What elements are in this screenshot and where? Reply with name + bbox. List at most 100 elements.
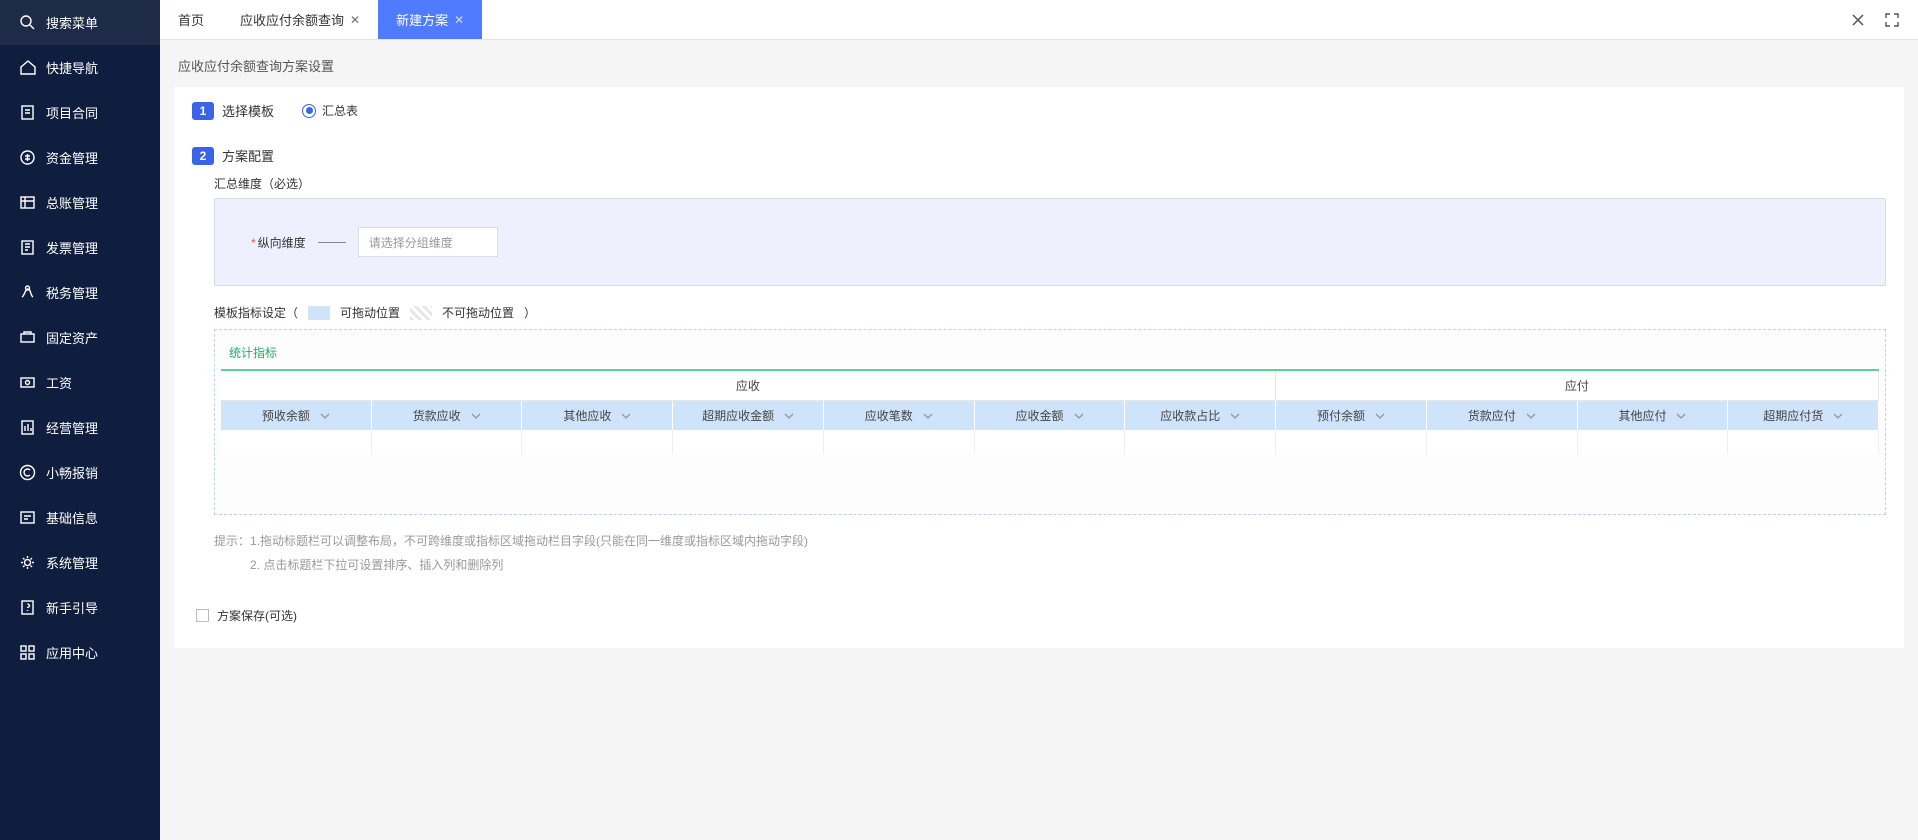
column-header[interactable]: 超期应付货 <box>1728 401 1879 430</box>
sidebar-item-label: 小畅报销 <box>46 463 98 482</box>
sidebar: 搜索菜单快捷导航项目合同资金管理总账管理发票管理税务管理固定资产工资经营管理小畅… <box>0 0 160 840</box>
template-radio-summary[interactable]: 汇总表 <box>302 102 358 119</box>
hint-prefix: 提示： <box>214 534 250 548</box>
chevron-down-icon <box>1833 413 1843 419</box>
hints: 提示：1.拖动标题栏可以调整布局，不可跨维度或指标区域拖动栏目字段(只能在同一维… <box>214 529 1886 577</box>
doc-icon <box>18 104 36 122</box>
sidebar-item-label: 基础信息 <box>46 508 98 527</box>
column-body-cell <box>975 430 1126 454</box>
sidebar-item-money[interactable]: 资金管理 <box>0 135 160 180</box>
chevron-down-icon <box>784 413 794 419</box>
column-header[interactable]: 其他应收 <box>522 401 673 430</box>
tab-2[interactable]: 新建方案✕ <box>378 0 482 39</box>
dimension-box: *纵向维度 请选择分组维度 <box>214 198 1886 286</box>
home-icon <box>18 59 36 77</box>
column-body-cell <box>1276 430 1427 454</box>
column-body-cell <box>1578 430 1729 454</box>
indicator-legend-close: ） <box>524 304 536 321</box>
main: 首页应收应付余额查询✕新建方案✕ 应收应付余额查询方案设置 1 选择模板 <box>160 0 1918 840</box>
tab-0[interactable]: 首页 <box>160 0 222 39</box>
tax-icon <box>18 284 36 302</box>
column-label: 其他应付 <box>1618 407 1666 424</box>
chevron-down-icon <box>1676 413 1686 419</box>
save-scheme-checkbox[interactable] <box>196 609 209 622</box>
sidebar-item-label: 项目合同 <box>46 103 98 122</box>
asset-icon <box>18 329 36 347</box>
invoice-icon <box>18 239 36 257</box>
sidebar-item-guide[interactable]: 新手引导 <box>0 585 160 630</box>
sidebar-item-label: 税务管理 <box>46 283 98 302</box>
c-icon <box>18 464 36 482</box>
sidebar-item-label: 应用中心 <box>46 643 98 662</box>
salary-icon <box>18 374 36 392</box>
sidebar-item-label: 发票管理 <box>46 238 98 257</box>
column-header[interactable]: 货款应收 <box>372 401 523 430</box>
sidebar-item-apps[interactable]: 应用中心 <box>0 630 160 675</box>
column-body-cell <box>673 430 824 454</box>
fullscreen-button[interactable] <box>1880 8 1904 32</box>
ledger-icon <box>18 194 36 212</box>
column-body-cell <box>824 430 975 454</box>
dimension-select-placeholder: 请选择分组维度 <box>369 234 453 251</box>
column-body-cell <box>1728 430 1879 454</box>
nondraggable-swatch-icon <box>410 306 432 320</box>
apps-icon <box>18 644 36 662</box>
sidebar-item-ledger[interactable]: 总账管理 <box>0 180 160 225</box>
sidebar-item-sys[interactable]: 系统管理 <box>0 540 160 585</box>
column-label: 应收金额 <box>1016 407 1064 424</box>
column-label: 超期应收金额 <box>702 407 774 424</box>
sidebar-item-label: 总账管理 <box>46 193 98 212</box>
chevron-down-icon <box>320 413 330 419</box>
config-panel: 1 选择模板 汇总表 2 方案配置 汇总维度（必选） <box>174 87 1904 648</box>
column-header[interactable]: 预付余额 <box>1276 401 1427 430</box>
biz-icon <box>18 419 36 437</box>
sidebar-item-label: 系统管理 <box>46 553 98 572</box>
tab-1[interactable]: 应收应付余额查询 ✕ <box>222 0 378 39</box>
column-header[interactable]: 预收余额 <box>221 401 372 430</box>
sidebar-item-label: 经营管理 <box>46 418 98 437</box>
sidebar-item-invoice[interactable]: 发票管理 <box>0 225 160 270</box>
chevron-down-icon <box>471 413 481 419</box>
sidebar-item-search[interactable]: 搜索菜单 <box>0 0 160 45</box>
tab-label: 应收应付余额查询 <box>240 10 344 29</box>
stat-indicator-label: 统计指标 <box>221 340 1879 369</box>
sidebar-item-doc[interactable]: 项目合同 <box>0 90 160 135</box>
sidebar-item-label: 固定资产 <box>46 328 98 347</box>
step-2-badge: 2 <box>192 147 214 165</box>
column-header[interactable]: 货款应付 <box>1427 401 1578 430</box>
column-header[interactable]: 应收款占比 <box>1125 401 1276 430</box>
step-2-row: 2 方案配置 <box>192 146 1886 165</box>
step-1-label: 选择模板 <box>222 101 274 120</box>
column-body-cell <box>1125 430 1276 454</box>
column-header[interactable]: 超期应收金额 <box>673 401 824 430</box>
sidebar-item-tax[interactable]: 税务管理 <box>0 270 160 315</box>
sidebar-item-salary[interactable]: 工资 <box>0 360 160 405</box>
indicator-legend: 模板指标设定（ 可拖动位置 不可拖动位置 ） <box>214 304 1886 321</box>
hint-line-1: 1.拖动标题栏可以调整布局，不可跨维度或指标区域拖动栏目字段(只能在同一维度或指… <box>250 534 808 548</box>
sidebar-item-info[interactable]: 基础信息 <box>0 495 160 540</box>
nondraggable-swatch-label: 不可拖动位置 <box>442 304 514 321</box>
sidebar-item-c[interactable]: 小畅报销 <box>0 450 160 495</box>
search-icon <box>18 14 36 32</box>
column-header[interactable]: 应收金额 <box>975 401 1126 430</box>
sidebar-item-asset[interactable]: 固定资产 <box>0 315 160 360</box>
page-title: 应收应付余额查询方案设置 <box>178 56 1900 75</box>
sidebar-item-label: 工资 <box>46 373 72 392</box>
sidebar-item-home[interactable]: 快捷导航 <box>0 45 160 90</box>
sidebar-item-biz[interactable]: 经营管理 <box>0 405 160 450</box>
draggable-swatch-icon <box>308 306 330 320</box>
close-icon[interactable]: ✕ <box>350 13 360 27</box>
sidebar-item-label: 新手引导 <box>46 598 98 617</box>
close-panel-button[interactable] <box>1846 8 1870 32</box>
guide-icon <box>18 599 36 617</box>
dimension-select[interactable]: 请选择分组维度 <box>358 227 498 257</box>
save-scheme-label: 方案保存(可选) <box>217 607 297 624</box>
column-label: 货款应收 <box>413 407 461 424</box>
close-icon[interactable]: ✕ <box>454 13 464 27</box>
chevron-down-icon <box>621 413 631 419</box>
column-header[interactable]: 其他应付 <box>1578 401 1729 430</box>
content-area: 应收应付余额查询方案设置 1 选择模板 汇总表 2 方案配置 <box>160 40 1918 840</box>
column-header[interactable]: 应收笔数 <box>824 401 975 430</box>
step-2-label: 方案配置 <box>222 146 274 165</box>
chevron-down-icon <box>1375 413 1385 419</box>
